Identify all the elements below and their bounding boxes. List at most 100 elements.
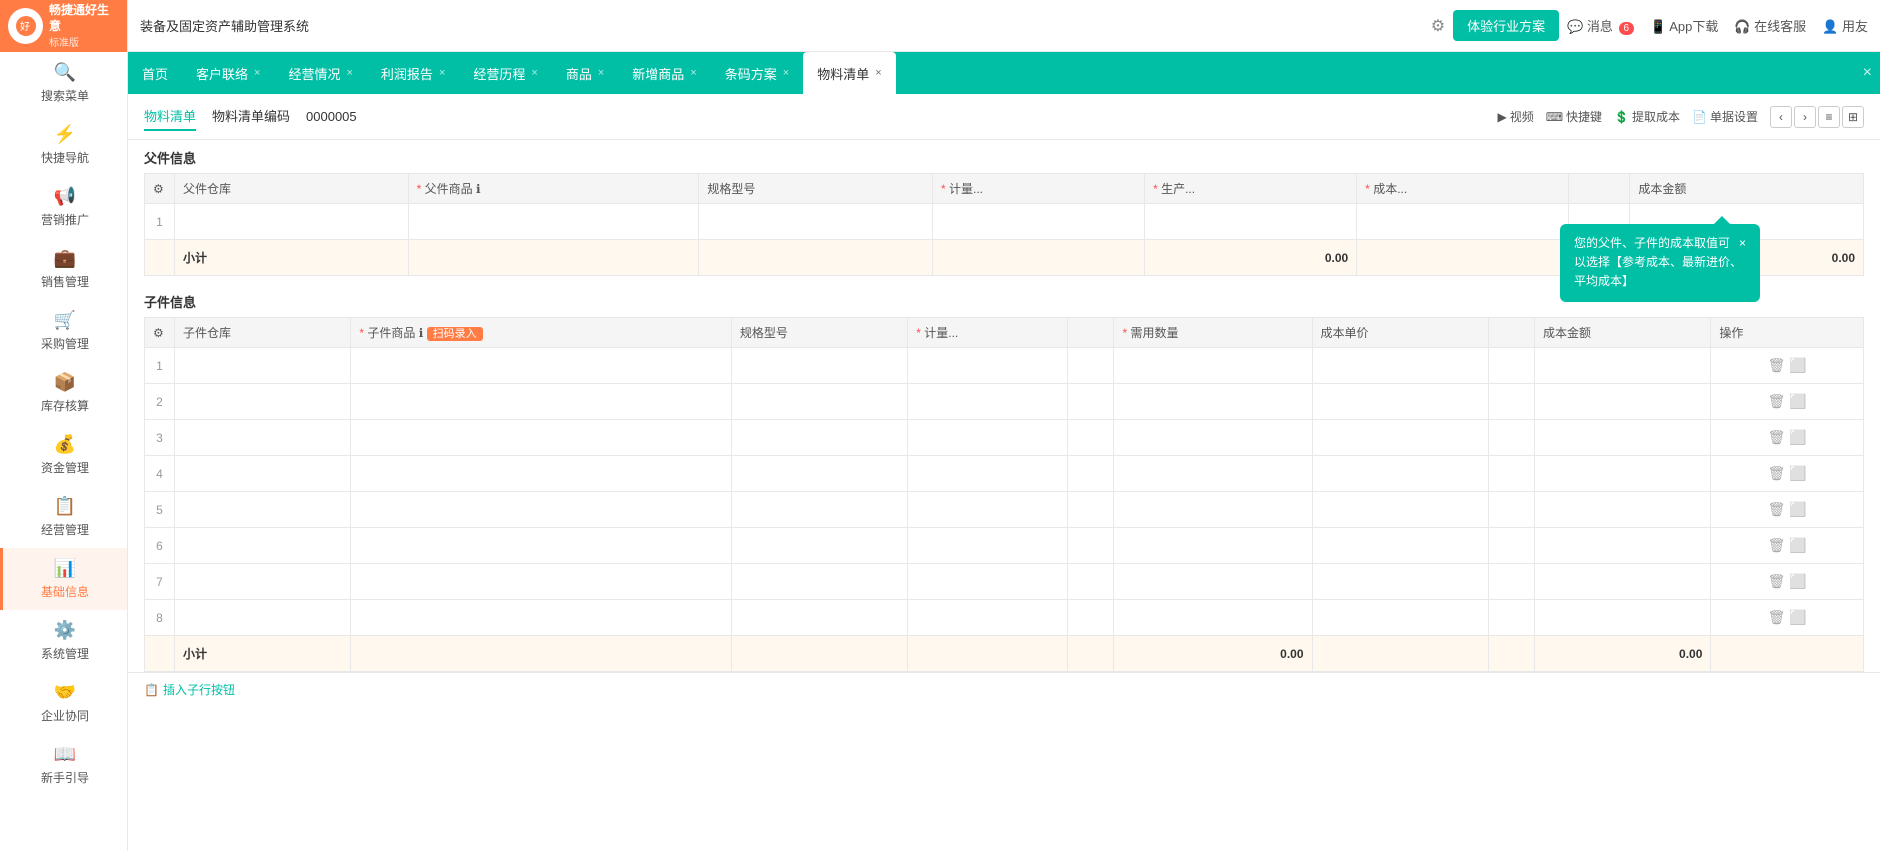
subheader-tab-bom[interactable]: 物料清单 — [144, 102, 196, 131]
add-row-btn[interactable]: 📋 插入子行按钮 — [144, 681, 235, 698]
parent-row-1-produce[interactable] — [1145, 204, 1357, 240]
tooltip-close[interactable]: × — [1739, 234, 1746, 253]
nav-menu[interactable]: ≡ — [1818, 106, 1840, 128]
child-row-6-unit-cost[interactable] — [1312, 528, 1488, 564]
sidebar-item-inventory[interactable]: 📦 库存核算 — [0, 362, 127, 424]
child-row-2-qty[interactable] — [1114, 384, 1312, 420]
child-row-1-spec[interactable] — [731, 348, 907, 384]
tab-history-close[interactable]: × — [531, 67, 537, 79]
child-row-5-unit[interactable] — [908, 492, 1068, 528]
child-row-8-goods[interactable] — [351, 600, 731, 636]
sidebar-item-purchase[interactable]: 🛒 采购管理 — [0, 300, 127, 362]
child-row-3-unit[interactable] — [908, 420, 1068, 456]
child-row-8-warehouse[interactable] — [175, 600, 351, 636]
child-row-5-unit-cost[interactable] — [1312, 492, 1488, 528]
sidebar-item-search[interactable]: 🔍 搜索菜单 — [0, 52, 127, 114]
parent-row-1-unit[interactable] — [932, 204, 1144, 240]
tab-new-goods-close[interactable]: × — [690, 67, 696, 79]
child-row-7-unit-cost[interactable] — [1312, 564, 1488, 600]
child-row-1-qty[interactable] — [1114, 348, 1312, 384]
sidebar-item-sales[interactable]: 💼 销售管理 — [0, 238, 127, 300]
sidebar-item-operations[interactable]: 📋 经营管理 — [0, 486, 127, 548]
tab-goods[interactable]: 商品 × — [552, 52, 618, 94]
copy-icon-3[interactable]: ⬜ — [1789, 429, 1806, 446]
tab-customer[interactable]: 客户联络 × — [182, 52, 274, 94]
child-row-1-goods[interactable] — [351, 348, 731, 384]
tab-new-goods[interactable]: 新增商品 × — [618, 52, 710, 94]
child-row-7-spec[interactable] — [731, 564, 907, 600]
child-row-6-unit[interactable] — [908, 528, 1068, 564]
sidebar-item-system[interactable]: ⚙️ 系统管理 — [0, 610, 127, 672]
child-row-5-goods[interactable] — [351, 492, 731, 528]
child-row-3-spec[interactable] — [731, 420, 907, 456]
nav-next[interactable]: › — [1794, 106, 1816, 128]
child-row-8-unit[interactable] — [908, 600, 1068, 636]
parent-row-1-goods[interactable] — [408, 204, 699, 240]
sidebar-item-marketing[interactable]: 📢 营销推广 — [0, 176, 127, 238]
tab-history[interactable]: 经营历程 × — [459, 52, 551, 94]
delete-icon-7[interactable]: 🗑 — [1768, 573, 1786, 590]
child-row-5-qty[interactable] — [1114, 492, 1312, 528]
delete-icon-4[interactable]: 🗑 — [1768, 465, 1786, 482]
parent-row-1-warehouse[interactable] — [175, 204, 409, 240]
copy-icon-6[interactable]: ⬜ — [1789, 537, 1806, 554]
delete-icon-3[interactable]: 🗑 — [1768, 429, 1786, 446]
sidebar-item-basic[interactable]: 📊 基础信息 — [0, 548, 127, 610]
delete-icon-8[interactable]: 🗑 — [1768, 609, 1786, 626]
copy-icon-2[interactable]: ⬜ — [1789, 393, 1806, 410]
tab-business-close[interactable]: × — [346, 67, 352, 79]
sidebar-item-collab[interactable]: 🤝 企业协同 — [0, 672, 127, 734]
scan-badge[interactable]: 扫码录入 — [427, 327, 483, 341]
child-row-4-spec[interactable] — [731, 456, 907, 492]
child-row-6-warehouse[interactable] — [175, 528, 351, 564]
child-row-2-goods[interactable] — [351, 384, 731, 420]
sidebar-item-guide[interactable]: 📖 新手引导 — [0, 734, 127, 796]
child-row-4-unit-cost[interactable] — [1312, 456, 1488, 492]
tab-home[interactable]: 首页 — [128, 52, 182, 94]
child-row-2-spec[interactable] — [731, 384, 907, 420]
nav-prev[interactable]: ‹ — [1770, 106, 1792, 128]
extract-cost-action[interactable]: 💲 提取成本 — [1614, 108, 1680, 125]
sidebar-item-finance[interactable]: 💰 资金管理 — [0, 424, 127, 486]
child-row-7-goods[interactable] — [351, 564, 731, 600]
nav-expand[interactable]: ⊞ — [1842, 106, 1864, 128]
child-row-5-spec[interactable] — [731, 492, 907, 528]
child-row-8-spec[interactable] — [731, 600, 907, 636]
child-row-1-unit[interactable] — [908, 348, 1068, 384]
child-row-3-unit-cost[interactable] — [1312, 420, 1488, 456]
child-row-3-warehouse[interactable] — [175, 420, 351, 456]
child-row-1-warehouse[interactable] — [175, 348, 351, 384]
child-row-8-unit-cost[interactable] — [1312, 600, 1488, 636]
view-action[interactable]: ▶ 视频 — [1497, 108, 1533, 125]
shortcut-action[interactable]: ⌨ 快捷键 — [1546, 108, 1602, 125]
tab-barcode-close[interactable]: × — [783, 67, 789, 79]
copy-icon-8[interactable]: ⬜ — [1789, 609, 1806, 626]
single-settings-action[interactable]: 📄 单据设置 — [1692, 108, 1758, 125]
child-row-6-qty[interactable] — [1114, 528, 1312, 564]
tab-goods-close[interactable]: × — [598, 67, 604, 79]
tab-customer-close[interactable]: × — [254, 67, 260, 79]
child-row-3-goods[interactable] — [351, 420, 731, 456]
delete-icon-1[interactable]: 🗑 — [1768, 357, 1786, 374]
parent-row-1-cost[interactable] — [1357, 204, 1569, 240]
user-avatar[interactable]: 👤 用友 — [1822, 16, 1868, 35]
child-row-1-unit-cost[interactable] — [1312, 348, 1488, 384]
child-row-2-unit[interactable] — [908, 384, 1068, 420]
child-row-8-qty[interactable] — [1114, 600, 1312, 636]
child-row-3-qty[interactable] — [1114, 420, 1312, 456]
copy-icon-7[interactable]: ⬜ — [1789, 573, 1806, 590]
copy-icon-1[interactable]: ⬜ — [1789, 357, 1806, 374]
copy-icon-4[interactable]: ⬜ — [1789, 465, 1806, 482]
delete-icon-5[interactable]: 🗑 — [1768, 501, 1786, 518]
parent-row-1-spec[interactable] — [699, 204, 933, 240]
tab-business[interactable]: 经营情况 × — [274, 52, 366, 94]
delete-icon-6[interactable]: 🗑 — [1768, 537, 1786, 554]
tab-bom[interactable]: 物料清单 × — [803, 52, 895, 94]
tab-profit-close[interactable]: × — [439, 67, 445, 79]
message-action[interactable]: 💬 消息 6 — [1567, 16, 1634, 35]
tab-barcode[interactable]: 条码方案 × — [711, 52, 803, 94]
delete-icon-2[interactable]: 🗑 — [1768, 393, 1786, 410]
copy-icon-5[interactable]: ⬜ — [1789, 501, 1806, 518]
tab-bom-close[interactable]: × — [875, 67, 881, 79]
settings-icon[interactable]: ⚙ — [1431, 16, 1445, 36]
